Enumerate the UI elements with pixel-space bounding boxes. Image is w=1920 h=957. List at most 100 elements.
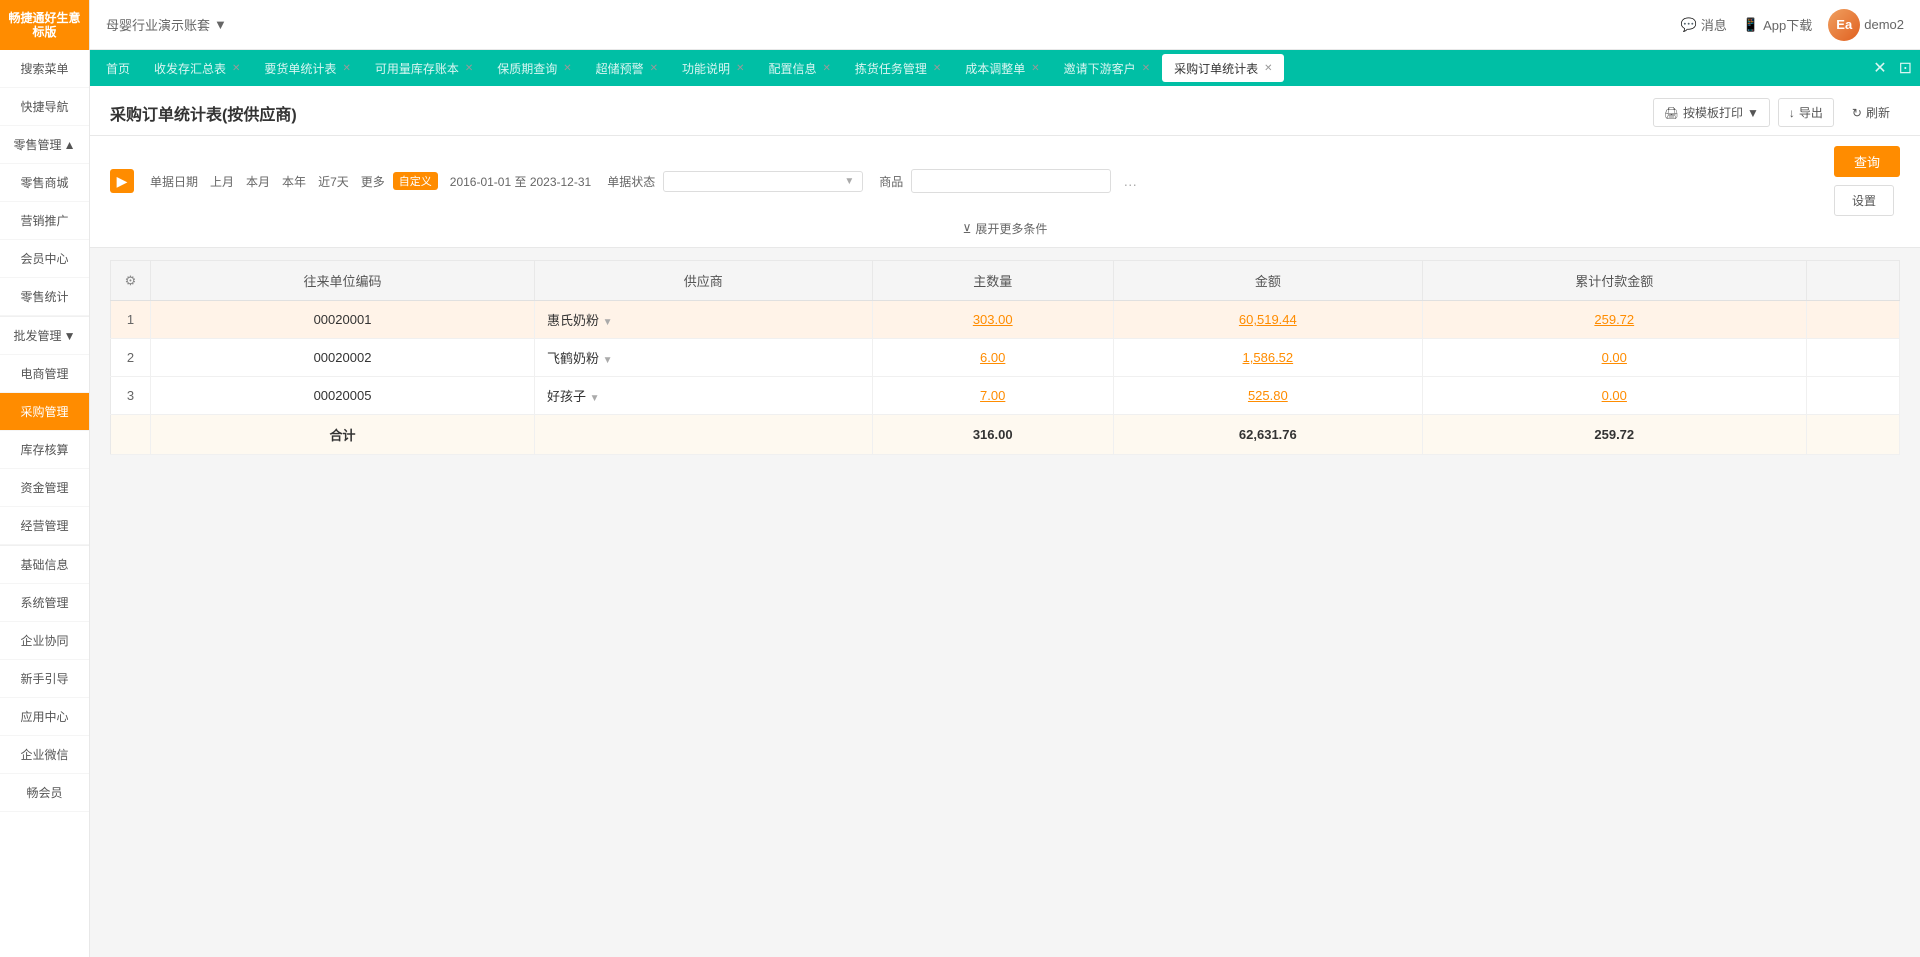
print-label: 按模板打印 xyxy=(1683,104,1743,121)
workspace-dropdown-icon: ▼ xyxy=(214,17,227,32)
tab-pick-task-label: 拣货任务管理 xyxy=(855,60,927,77)
app-download-button[interactable]: 📱 App下载 xyxy=(1743,15,1812,34)
date-option-more[interactable]: 更多 xyxy=(357,171,389,192)
row-expand-icon[interactable]: ▼ xyxy=(603,317,613,328)
row-seq: 2 xyxy=(111,339,151,377)
sidebar-item-enterprise[interactable]: 企业协同 xyxy=(0,622,89,660)
maximize-button[interactable]: ⊡ xyxy=(1895,58,1916,78)
tab-pick-task[interactable]: 拣货任务管理 ✕ xyxy=(843,54,953,82)
row-seq: 1 xyxy=(111,301,151,339)
th-amount: 金额 xyxy=(1113,261,1422,301)
nav-tabs-end: ✕ ⊡ xyxy=(1869,58,1916,78)
tab-func-desc-label: 功能说明 xyxy=(682,60,730,77)
footer-amount: 62,631.76 xyxy=(1113,415,1422,455)
date-custom-badge[interactable]: 自定义 xyxy=(393,172,438,190)
tab-invite-downstream[interactable]: 邀请下游客户 ✕ xyxy=(1052,54,1162,82)
gear-icon[interactable]: ⚙ xyxy=(125,273,137,288)
sidebar-item-ecommerce[interactable]: 电商管理 xyxy=(0,355,89,393)
row-expand-icon[interactable]: ▼ xyxy=(603,355,613,366)
tab-func-desc[interactable]: 功能说明 ✕ xyxy=(670,54,756,82)
goods-filter-label: 商品 xyxy=(879,173,903,190)
tab-cost-adjust-label: 成本调整单 xyxy=(965,60,1025,77)
sidebar-item-inventory[interactable]: 库存核算 xyxy=(0,431,89,469)
tab-close-icon[interactable]: ✕ xyxy=(650,63,658,74)
sidebar-item-search[interactable]: 搜索菜单 xyxy=(0,50,89,88)
close-all-tabs-button[interactable]: ✕ xyxy=(1869,58,1890,78)
row-qty: 303.00 xyxy=(872,301,1113,339)
sidebar-item-member2[interactable]: 畅会员 xyxy=(0,774,89,812)
tab-close-icon[interactable]: ✕ xyxy=(1142,63,1150,74)
data-table: ⚙ 往来单位编码 供应商 主数量 xyxy=(110,260,1900,455)
tab-close-icon[interactable]: ✕ xyxy=(1264,63,1272,74)
table-area: ⚙ 往来单位编码 供应商 主数量 xyxy=(90,248,1920,467)
app-logo-text: 畅捷通好生意标版 xyxy=(8,11,80,40)
tab-inventory-ledger[interactable]: 可用量库存账本 ✕ xyxy=(363,54,485,82)
workspace-selector[interactable]: 母婴行业演示账套 ▼ xyxy=(106,15,227,34)
message-button[interactable]: 💬 消息 xyxy=(1681,15,1727,34)
date-option-this-year[interactable]: 本年 xyxy=(278,171,310,192)
goods-filter-more[interactable]: … xyxy=(1119,173,1141,189)
sidebar-item-system[interactable]: 系统管理 xyxy=(0,584,89,622)
row-expand-icon[interactable]: ▼ xyxy=(590,393,600,404)
row-amount: 60,519.44 xyxy=(1113,301,1422,339)
tab-purchase-stats[interactable]: 采购订单统计表 ✕ xyxy=(1162,54,1284,82)
goods-filter-input[interactable] xyxy=(911,169,1111,193)
sidebar-item-quicknav[interactable]: 快捷导航 xyxy=(0,88,89,126)
filter-toggle-button[interactable]: ▶ xyxy=(110,169,134,193)
tab-close-icon[interactable]: ✕ xyxy=(563,63,571,74)
tab-close-icon[interactable]: ✕ xyxy=(1031,63,1039,74)
refresh-button[interactable]: ↻ 刷新 xyxy=(1842,99,1900,126)
sidebar-item-operation[interactable]: 经营管理 xyxy=(0,507,89,545)
tab-close-icon[interactable]: ✕ xyxy=(822,63,830,74)
tab-overstock[interactable]: 超储预警 ✕ xyxy=(584,54,670,82)
status-select[interactable]: ▼ xyxy=(663,171,863,192)
tab-config-info[interactable]: 配置信息 ✕ xyxy=(756,54,842,82)
expand-filter-button[interactable]: ⊻ 展开更多条件 xyxy=(110,220,1900,237)
sidebar-item-appcenter[interactable]: 应用中心 xyxy=(0,698,89,736)
date-option-this-month[interactable]: 本月 xyxy=(242,171,274,192)
user-profile[interactable]: Ea demo2 xyxy=(1828,9,1904,41)
tab-receive-send[interactable]: 收发存汇总表 ✕ xyxy=(142,54,252,82)
tab-close-icon[interactable]: ✕ xyxy=(465,63,473,74)
sidebar-item-retail[interactable]: 零售管理 ▲ xyxy=(0,126,89,164)
sidebar-item-retailstats[interactable]: 零售统计 xyxy=(0,278,89,316)
date-option-7days[interactable]: 近7天 xyxy=(314,171,353,192)
row-qty: 7.00 xyxy=(872,377,1113,415)
sidebar-item-finance[interactable]: 资金管理 xyxy=(0,469,89,507)
footer-label: 合计 xyxy=(151,415,535,455)
status-select-arrow: ▼ xyxy=(844,176,854,187)
print-button[interactable]: 🖨 按模板打印 ▼ xyxy=(1653,98,1770,127)
chevron-down-icon: ▲ xyxy=(64,138,76,152)
tab-cost-adjust[interactable]: 成本调整单 ✕ xyxy=(953,54,1051,82)
sidebar-item-purchase[interactable]: 采购管理 xyxy=(0,393,89,431)
sidebar-item-wechat[interactable]: 企业微信 xyxy=(0,736,89,774)
row-extra xyxy=(1806,339,1899,377)
filter-goods-group: 商品 … xyxy=(879,169,1141,193)
tab-warranty[interactable]: 保质期查询 ✕ xyxy=(485,54,583,82)
tab-close-icon[interactable]: ✕ xyxy=(933,63,941,74)
settings-button[interactable]: 设置 xyxy=(1834,185,1894,216)
tab-close-icon[interactable]: ✕ xyxy=(736,63,744,74)
table-row: 3 00020005 好孩子 ▼ 7.00 525.80 0.00 xyxy=(111,377,1900,415)
row-extra xyxy=(1806,377,1899,415)
query-button[interactable]: 查询 xyxy=(1834,146,1900,177)
tab-goods-stats[interactable]: 要货单统计表 ✕ xyxy=(252,54,362,82)
sidebar-item-basic[interactable]: 基础信息 xyxy=(0,546,89,584)
sidebar-item-marketing[interactable]: 营销推广 xyxy=(0,202,89,240)
tab-home[interactable]: 首页 xyxy=(94,54,142,82)
date-option-prev-month[interactable]: 上月 xyxy=(206,171,238,192)
filter-actions: 查询 设置 xyxy=(1834,146,1900,216)
sidebar-item-wholesale[interactable]: 批发管理 ▼ xyxy=(0,317,89,355)
footer-qty: 316.00 xyxy=(872,415,1113,455)
sidebar-item-retailshop[interactable]: 零售商城 xyxy=(0,164,89,202)
sidebar-item-members[interactable]: 会员中心 xyxy=(0,240,89,278)
tab-close-icon[interactable]: ✕ xyxy=(342,63,350,74)
export-button[interactable]: ↓ 导出 xyxy=(1778,98,1834,127)
th-extra xyxy=(1806,261,1899,301)
page-content: 采购订单统计表(按供应商) 🖨 按模板打印 ▼ ↓ 导出 ↻ 刷新 xyxy=(90,86,1920,957)
tab-close-icon[interactable]: ✕ xyxy=(232,63,240,74)
sidebar-item-newguide[interactable]: 新手引导 xyxy=(0,660,89,698)
chevron-down-icon: ▼ xyxy=(64,329,76,343)
table-header-row: ⚙ 往来单位编码 供应商 主数量 xyxy=(111,261,1900,301)
tab-config-info-label: 配置信息 xyxy=(768,60,816,77)
